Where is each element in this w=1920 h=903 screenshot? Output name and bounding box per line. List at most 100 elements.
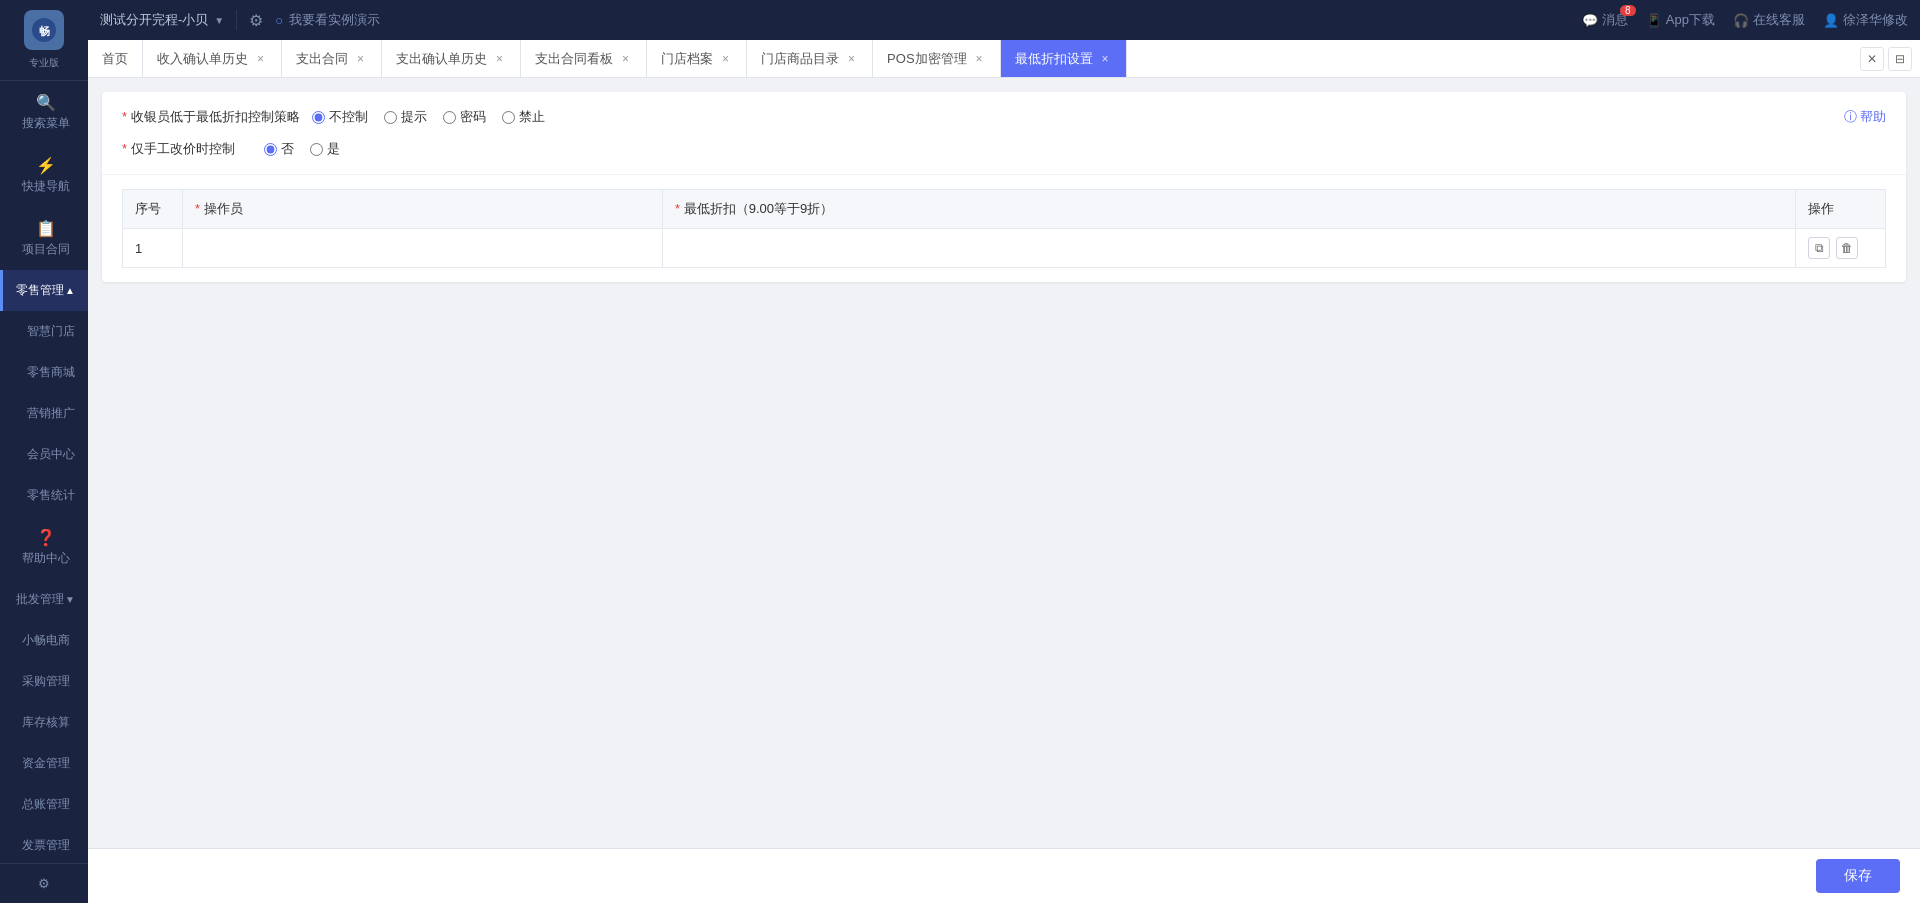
tab-home[interactable]: 首页: [88, 40, 143, 77]
tab-close-all-btn[interactable]: ✕: [1860, 47, 1884, 71]
help-link[interactable]: ⓘ 帮助: [1844, 108, 1886, 126]
chevron-up-icon: ▲: [65, 285, 75, 296]
tab-label: 支出合同看板: [535, 50, 613, 68]
tab-min-discount[interactable]: 最低折扣设置 ×: [1001, 40, 1127, 77]
online-service-btn[interactable]: 🎧 在线客服: [1733, 11, 1805, 29]
help-circle-icon: ⓘ: [1844, 108, 1857, 126]
topbar: 测试分开完程-小贝 ▼ ⚙ ○ 我要看实例演示 💬 消息 8 📱 App下载 🎧…: [88, 0, 1920, 40]
cell-operator[interactable]: [183, 229, 663, 268]
radio-forbid[interactable]: 禁止: [502, 108, 545, 126]
tab-payment-confirm-history[interactable]: 支出确认单历史 ×: [382, 40, 521, 77]
tab-menu-btn[interactable]: ⊟: [1888, 47, 1912, 71]
topbar-divider-1: [236, 10, 237, 30]
tab-store-archive[interactable]: 门店档案 ×: [647, 40, 747, 77]
sidebar-item-inventory[interactable]: 库存核算: [0, 702, 88, 743]
sidebar-item-label: 快捷导航: [22, 178, 70, 195]
tab-label: POS加密管理: [887, 50, 966, 68]
tab-label: 支出合同: [296, 50, 348, 68]
tab-pos-password[interactable]: POS加密管理 ×: [873, 40, 1000, 77]
radio-yes-label: 是: [327, 140, 340, 158]
tab-close-btn[interactable]: ×: [719, 51, 732, 67]
table-row: 1 ⧉: [123, 229, 1886, 268]
save-button[interactable]: 保存: [1816, 859, 1900, 893]
col-header-action: 操作: [1796, 190, 1886, 229]
sidebar-item-label: 批发管理: [16, 591, 64, 608]
app-download-btn[interactable]: 📱 App下载: [1646, 11, 1715, 29]
sidebar-item-project-contract[interactable]: 📋 项目合同: [0, 207, 88, 270]
tab-close-btn[interactable]: ×: [973, 51, 986, 67]
radio-remind[interactable]: 提示: [384, 108, 427, 126]
sidebar-item-invoice-mgmt[interactable]: 发票管理: [0, 825, 88, 863]
sidebar-item-smart-store[interactable]: 智慧门店: [0, 311, 88, 352]
help-icon: ❓: [36, 528, 56, 547]
project-selector[interactable]: 测试分开完程-小贝 ▼: [100, 11, 224, 29]
sidebar-item-member-center[interactable]: 会员中心: [0, 434, 88, 475]
tab-payment-board[interactable]: 支出合同看板 ×: [521, 40, 647, 77]
close-icon: ✕: [1867, 52, 1877, 66]
manual-price-label: * 仅手工改价时控制: [122, 140, 252, 158]
cell-action: ⧉ 🗑: [1796, 229, 1886, 268]
tab-close-btn[interactable]: ×: [493, 51, 506, 67]
cell-min-discount[interactable]: [663, 229, 1796, 268]
messages-btn[interactable]: 💬 消息 8: [1582, 11, 1628, 29]
chevron-down-icon: ▼: [65, 594, 75, 605]
sidebar-item-online-store[interactable]: 零售商城: [0, 352, 88, 393]
sidebar-item-fund-mgmt[interactable]: 资金管理: [0, 743, 88, 784]
copy-row-btn[interactable]: ⧉: [1808, 237, 1830, 259]
contract-icon: 📋: [36, 219, 56, 238]
table-section: 序号 * 操作员 * 最低折扣（9.00等于9折） 操作: [102, 175, 1906, 282]
sidebar-item-label: 搜索菜单: [22, 115, 70, 132]
tab-close-btn[interactable]: ×: [619, 51, 632, 67]
sidebar: 畅 专业版 🔍 搜索菜单 ⚡ 快捷导航 📋 项目合同 零售管理 ▲ 智慧门店 零…: [0, 0, 88, 903]
tabs-end-controls: ✕ ⊟: [1852, 47, 1920, 71]
sidebar-item-search[interactable]: 🔍 搜索菜单: [0, 81, 88, 144]
topbar-demo-btn[interactable]: ○ 我要看实例演示: [275, 11, 380, 29]
tab-close-btn[interactable]: ×: [845, 51, 858, 67]
radio-no-control[interactable]: 不控制: [312, 108, 368, 126]
user-label: 徐泽华修改: [1843, 11, 1908, 29]
settings-icon: ⚙: [38, 876, 50, 891]
app-logo-icon: 畅: [24, 10, 64, 50]
radio-yes[interactable]: 是: [310, 140, 340, 158]
tab-close-btn[interactable]: ×: [254, 51, 267, 67]
sidebar-item-retail-mgmt[interactable]: 零售管理 ▲: [0, 270, 88, 311]
message-icon: 💬: [1582, 13, 1598, 28]
operator-input[interactable]: [195, 241, 650, 256]
svg-text:畅: 畅: [39, 25, 50, 37]
sidebar-item-label: 项目合同: [22, 241, 70, 258]
radio-no[interactable]: 否: [264, 140, 294, 158]
sidebar-item-ecommerce[interactable]: 小畅电商: [0, 620, 88, 661]
gear-icon: ⚙: [249, 12, 263, 29]
sidebar-item-marketing[interactable]: 营销推广: [0, 393, 88, 434]
radio-forbid-label: 禁止: [519, 108, 545, 126]
sidebar-item-wholesale-mgmt[interactable]: 批发管理 ▼: [0, 579, 88, 620]
delete-row-btn[interactable]: 🗑: [1836, 237, 1858, 259]
tab-close-btn[interactable]: ×: [354, 51, 367, 67]
sidebar-item-label: 智慧门店: [27, 323, 75, 340]
user-profile-btn[interactable]: 👤 徐泽华修改: [1823, 11, 1908, 29]
radio-password[interactable]: 密码: [443, 108, 486, 126]
sidebar-item-label: 营销推广: [27, 405, 75, 422]
min-discount-input[interactable]: [675, 241, 1783, 256]
sidebar-item-shortcut[interactable]: ⚡ 快捷导航: [0, 144, 88, 207]
topbar-settings-btn[interactable]: ⚙: [249, 11, 263, 30]
tab-income-history[interactable]: 收入确认单历史 ×: [143, 40, 282, 77]
radio-no-control-label: 不控制: [329, 108, 368, 126]
tab-store-product-catalog[interactable]: 门店商品目录 ×: [747, 40, 873, 77]
sidebar-item-label: 帮助中心: [22, 550, 70, 567]
tab-close-btn[interactable]: ×: [1099, 51, 1112, 67]
tab-payment-contract[interactable]: 支出合同 ×: [282, 40, 382, 77]
sidebar-item-general-ledger[interactable]: 总账管理: [0, 784, 88, 825]
sidebar-item-purchase-mgmt[interactable]: 采购管理: [0, 661, 88, 702]
sidebar-item-help-center[interactable]: ❓ 帮助中心: [0, 516, 88, 579]
required-star: *: [675, 201, 680, 216]
manual-price-row: * 仅手工改价时控制 否 是: [122, 140, 1886, 158]
required-star: *: [195, 201, 200, 216]
discount-policy-row: * * 收银员低于最低折扣控制策略 收银员低于最低折扣控制策略 不控制 提示: [122, 108, 1886, 126]
discount-table: 序号 * 操作员 * 最低折扣（9.00等于9折） 操作: [122, 189, 1886, 268]
topbar-right: 💬 消息 8 📱 App下载 🎧 在线客服 👤 徐泽华修改: [1582, 11, 1908, 29]
sidebar-item-label: 小畅电商: [22, 632, 70, 649]
main-card: * * 收银员低于最低折扣控制策略 收银员低于最低折扣控制策略 不控制 提示: [102, 92, 1906, 282]
sidebar-item-retail-stats[interactable]: 零售统计: [0, 475, 88, 516]
sidebar-settings[interactable]: ⚙: [0, 863, 88, 903]
